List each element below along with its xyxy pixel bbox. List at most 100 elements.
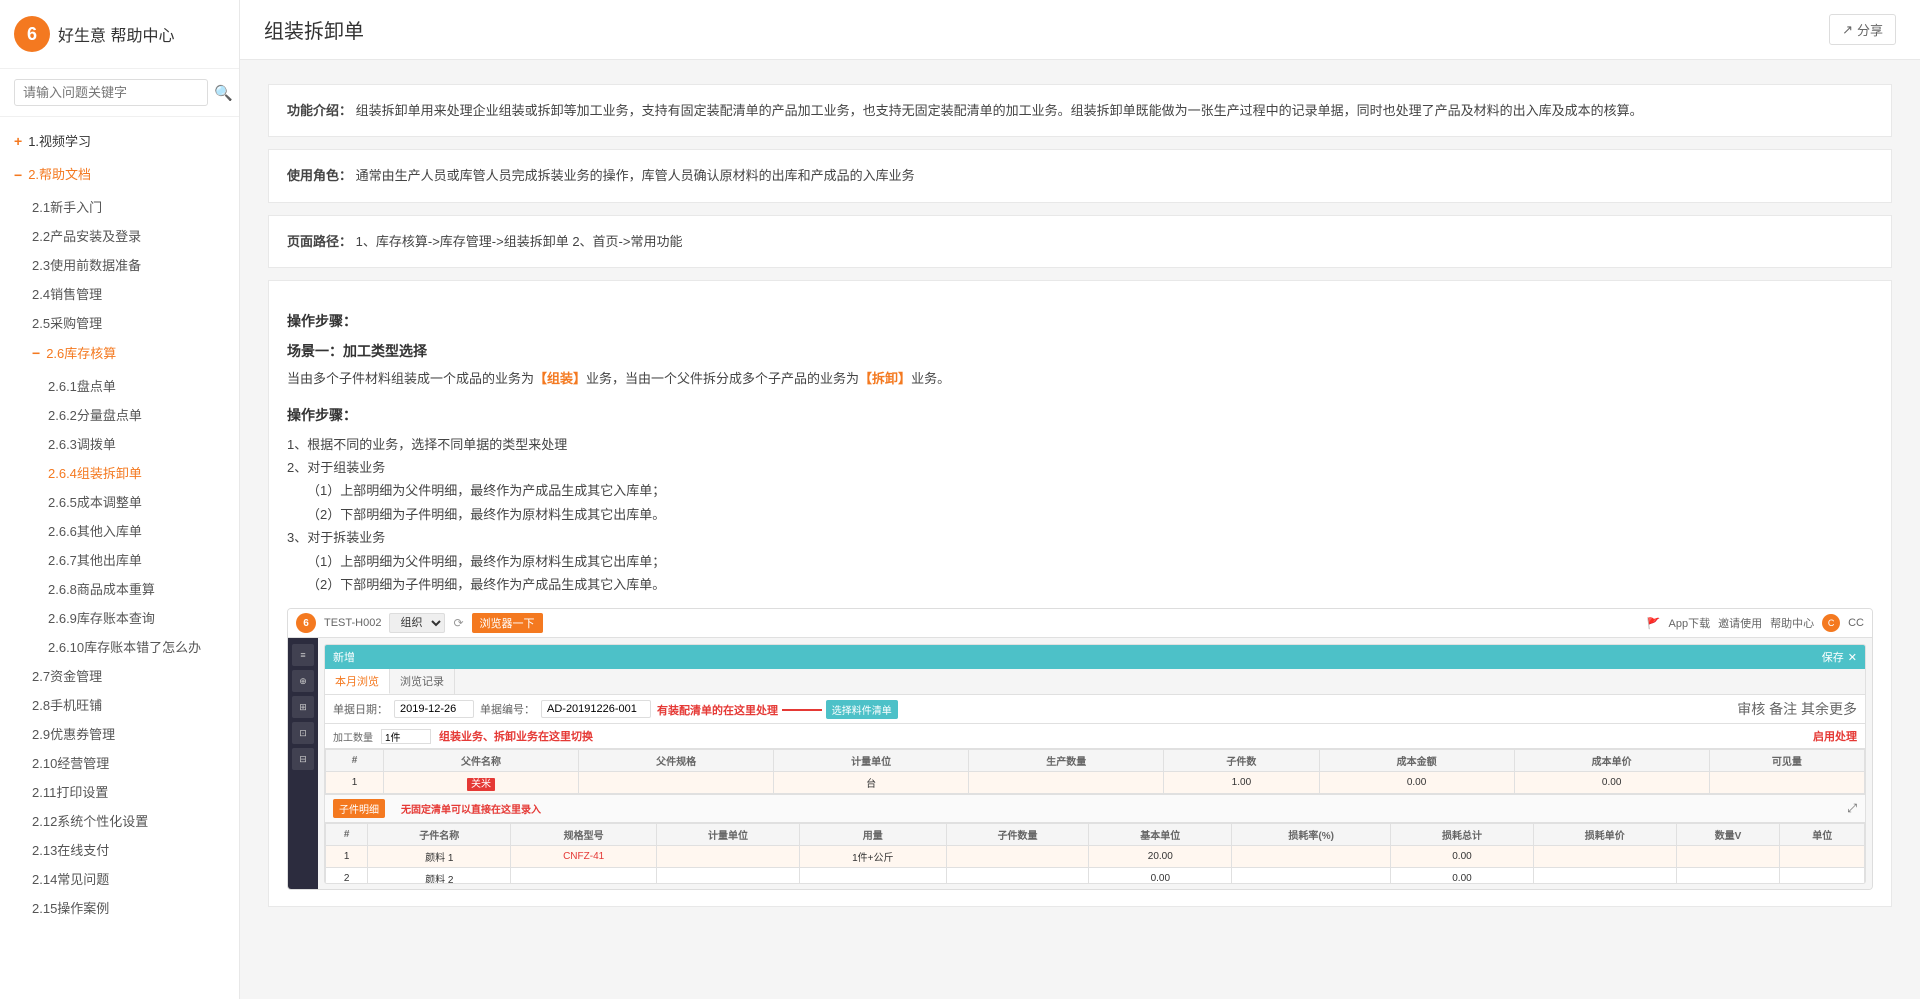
date-input[interactable] — [394, 700, 474, 718]
sidebar-item-partial-stocktake[interactable]: 2.6.2分量盘点单 — [0, 400, 239, 429]
sidebar-item-cost-adjust[interactable]: 2.6.5成本调整单 — [0, 487, 239, 516]
td-cost-price-val: 0.00 — [1514, 772, 1709, 794]
sidebar-item-video[interactable]: + 1.视频学习 — [0, 125, 239, 159]
qty-label: 加工数量 — [333, 729, 373, 744]
tab-browse-month[interactable]: 本月浏览 — [325, 669, 390, 694]
parent-table-wrapper: # 父件名称 父件规格 计量单位 生产数量 子件数 成本金额 成 — [325, 749, 1865, 794]
annotation3-text: 启用处理 — [1813, 728, 1857, 744]
app-dropdown[interactable]: 组织 — [389, 613, 445, 633]
sub-table: # 子件名称 规格型号 计量单位 用量 子件数量 基本单位 损耗 — [325, 823, 1865, 884]
nav-icon-4[interactable]: ⊡ — [292, 722, 314, 744]
sidebar-item-online-pay[interactable]: 2.13在线支付 — [0, 835, 239, 864]
function-intro-text: 组装拆卸单用来处理企业组装或拆卸等加工业务，支持有固定装配清单的产品加工业务，也… — [356, 103, 1643, 118]
sidebar-item-stocktake[interactable]: 2.6.1盘点单 — [0, 371, 239, 400]
nav-icon-3[interactable]: ⊞ — [292, 696, 314, 718]
sidebar-item-help-docs[interactable]: − 2.帮助文档 — [0, 159, 239, 193]
sidebar-item-sales[interactable]: 2.4销售管理 — [0, 279, 239, 308]
std-unit2 — [1780, 846, 1865, 868]
sidebar-item-finance[interactable]: 2.7资金管理 — [0, 661, 239, 690]
sidebar-item-cases[interactable]: 2.15操作案例 — [0, 893, 239, 922]
sidebar-item-inventory[interactable]: − 2.6库存核算 — [0, 337, 239, 371]
sidebar-item-coupon[interactable]: 2.9优惠券管理 — [0, 719, 239, 748]
app-side-icons: ≡ ⊕ ⊞ ⊡ ⊟ — [288, 638, 318, 889]
sth-loss-total: 损耗总计 — [1391, 824, 1534, 846]
app-topbar: 6 TEST-H002 组织 ⟳ 浏览器一下 🚩 App下载 邀请使用 帮助中心… — [288, 609, 1872, 638]
app-window: 新增 保存 ✕ 本月浏览 浏览 — [324, 644, 1866, 884]
expand-icon-sub[interactable]: ⤢ — [1847, 801, 1857, 816]
date-label: 单据日期： — [333, 701, 388, 717]
user-name: CC — [1848, 617, 1864, 629]
assemble-link: 【组装】 — [534, 371, 586, 386]
search-icon[interactable]: 🔍 — [214, 84, 233, 102]
role-block: 使用角色： 通常由生产人员或库管人员完成拆装业务的操作，库管人员确认原材料的出库… — [268, 149, 1892, 202]
std-sub-qty — [946, 846, 1089, 868]
sidebar-item-assembly[interactable]: 2.6.4组装拆卸单 — [0, 458, 239, 487]
sidebar-item-transfer[interactable]: 2.6.3调拨单 — [0, 429, 239, 458]
th-cost-price: 成本单价 — [1514, 750, 1709, 772]
sub-table-wrapper: # 子件名称 规格型号 计量单位 用量 子件数量 基本单位 损耗 — [325, 823, 1865, 884]
th-qty: 生产数量 — [969, 750, 1164, 772]
path-text: 1、库存核算->库存管理->组装拆卸单 2、首页->常用功能 — [356, 234, 683, 249]
sidebar-item-stock-check[interactable]: 2.6.9库存账本查询 — [0, 603, 239, 632]
select-bom-btn[interactable]: 选择料件清单 — [826, 700, 898, 719]
op-steps-label: 操作步骤： — [287, 405, 1873, 425]
sidebar-item-install[interactable]: 2.2产品安装及登录 — [0, 221, 239, 250]
sidebar-item-account-error[interactable]: 2.6.10库存账本错了怎么办 — [0, 632, 239, 661]
th-parent-spec: 父件规格 — [579, 750, 774, 772]
sidebar-item-print[interactable]: 2.11打印设置 — [0, 777, 239, 806]
window-close[interactable]: ✕ — [1848, 651, 1857, 664]
sidebar-item-custom[interactable]: 2.12系统个性化设置 — [0, 806, 239, 835]
app-window-header: 新增 保存 ✕ — [325, 645, 1865, 669]
collapse-icon: − — [14, 166, 22, 186]
steps-label: 操作步骤： — [287, 311, 1873, 331]
sidebar-item-other-out[interactable]: 2.6.7其他出库单 — [0, 545, 239, 574]
nav-icon-2[interactable]: ⊕ — [292, 670, 314, 692]
sth-qty-v: 数量V — [1676, 824, 1780, 846]
th-parent-name: 父件名称 — [383, 750, 578, 772]
flag-icon: 🚩 — [1647, 617, 1661, 630]
sidebar-item-cost-recalc[interactable]: 2.6.8商品成本重算 — [0, 574, 239, 603]
sidebar-item-before-use[interactable]: 2.3使用前数据准备 — [0, 250, 239, 279]
share-button[interactable]: ↗ 分享 — [1829, 14, 1896, 45]
sth-name: 子件名称 — [368, 824, 511, 846]
th-unit: 计量单位 — [774, 750, 969, 772]
logo-text: 好生意 帮助中心 — [58, 22, 174, 46]
tab-browse-history[interactable]: 浏览记录 — [390, 669, 455, 694]
td-unit-val: 台 — [774, 772, 969, 794]
std-loss-price — [1533, 846, 1676, 868]
search-bar: 🔍 — [0, 69, 239, 117]
sth-loss-price: 损耗单价 — [1533, 824, 1676, 846]
qty-input[interactable] — [381, 729, 431, 744]
search-input[interactable] — [14, 79, 208, 106]
app-icon: App下载 — [1669, 615, 1711, 631]
more-options[interactable]: 审核 备注 其余更多 — [1737, 699, 1857, 719]
sidebar-item-other-in[interactable]: 2.6.6其他入库单 — [0, 516, 239, 545]
refresh-icon[interactable]: ⟳ — [453, 616, 463, 630]
docno-input[interactable] — [541, 700, 651, 718]
sidebar-item-new-user[interactable]: 2.1新手入门 — [0, 192, 239, 221]
app-top-icons: 🚩 App下载 邀请使用 帮助中心 C CC — [1647, 614, 1864, 632]
docno-label: 单据编号： — [480, 701, 535, 717]
sidebar-item-faq[interactable]: 2.14常见问题 — [0, 864, 239, 893]
sidebar: 6 好生意 帮助中心 🔍 + 1.视频学习 − 2.帮助文档 2.1新手入门 2… — [0, 0, 240, 999]
sub-section-label: 子件明细 — [333, 799, 385, 818]
sub-table-header: # 子件名称 规格型号 计量单位 用量 子件数量 基本单位 损耗 — [326, 824, 1865, 846]
th-cost-amt: 成本金额 — [1319, 750, 1514, 772]
std-loss — [1232, 846, 1391, 868]
step3-sub: （1）上部明细为父件明细，最终作为原材料生成其它出库单； （2）下部明细为子件明… — [307, 550, 1873, 597]
step1: 1、根据不同的业务，选择不同单据的类型来处理 — [287, 433, 1873, 456]
sidebar-item-mobile[interactable]: 2.8手机旺铺 — [0, 690, 239, 719]
window-save[interactable]: 保存 — [1822, 649, 1844, 665]
nav-icon-1[interactable]: ≡ — [292, 644, 314, 666]
td-avail-val — [1709, 772, 1864, 794]
combo-section: 加工数量 组装业务、拆卸业务在这里切换 启用处理 — [325, 724, 1865, 749]
app-id: TEST-H002 — [324, 617, 381, 629]
td-spec — [579, 772, 774, 794]
sidebar-item-purchase[interactable]: 2.5采购管理 — [0, 308, 239, 337]
window-title: 新增 — [333, 649, 355, 665]
browser-btn[interactable]: 浏览器一下 — [472, 613, 543, 633]
function-intro-label: 功能介绍： — [287, 103, 352, 118]
th-num: # — [326, 750, 384, 772]
sidebar-item-ops[interactable]: 2.10经营管理 — [0, 748, 239, 777]
nav-icon-5[interactable]: ⊟ — [292, 748, 314, 770]
